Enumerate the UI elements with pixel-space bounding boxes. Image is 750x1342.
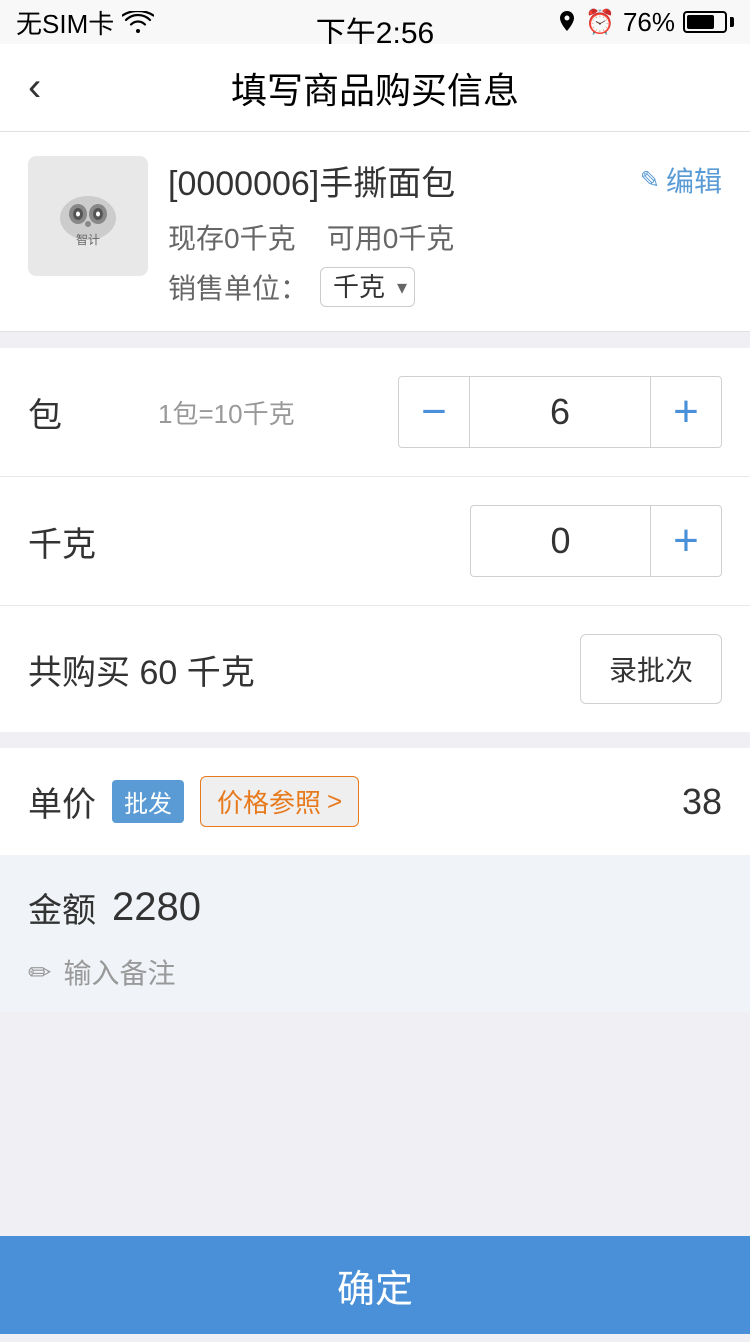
- bag-minus-button[interactable]: −: [398, 376, 470, 448]
- divider-2: [0, 732, 750, 748]
- unit-label: 销售单位：: [168, 267, 308, 307]
- product-thumbnail: 智计: [28, 156, 148, 276]
- back-button[interactable]: ‹: [28, 65, 41, 110]
- unit-select-wrap[interactable]: 千克 包 ▾: [320, 267, 415, 307]
- product-stock: 现存0千克 可用0千克: [168, 217, 722, 257]
- price-ref-label: 价格参照: [217, 783, 321, 820]
- confirm-button[interactable]: 确定: [0, 1236, 750, 1334]
- total-text: 共购买 60 千克: [28, 645, 580, 694]
- product-section: 智计 [0000006]手撕面包 现存0千克 可用0千克 销售单位： 千克 包 …: [0, 132, 750, 332]
- bag-plus-button[interactable]: +: [650, 376, 722, 448]
- amount-value: 2280: [112, 885, 201, 930]
- input-section: 包 1包=10千克 − + 千克 +: [0, 348, 750, 606]
- stock-text: 现存0千克: [168, 223, 296, 254]
- remark-row[interactable]: ✏ 输入备注: [28, 952, 722, 992]
- price-value: 38: [682, 781, 722, 823]
- price-ref-button[interactable]: 价格参照 >: [200, 776, 359, 827]
- battery-icon: [683, 11, 734, 33]
- batch-tag: 批发: [112, 780, 184, 823]
- battery-text: 76%: [623, 7, 675, 38]
- amount-label: 金额: [28, 883, 96, 932]
- amount-section: 金额 2280 ✏ 输入备注: [0, 855, 750, 1012]
- kg-value-input[interactable]: [470, 505, 650, 577]
- kg-input-row: 千克 +: [0, 477, 750, 606]
- status-bar: 无SIM卡 下午2:56 ⏰ 76%: [0, 0, 750, 44]
- total-row: 共购买 60 千克 录批次: [0, 606, 750, 732]
- record-batch-button[interactable]: 录批次: [580, 634, 722, 704]
- carrier-text: 无SIM卡: [16, 4, 114, 41]
- edit-label: 编辑: [666, 160, 722, 200]
- bag-label: 包: [28, 388, 148, 437]
- bag-stepper: − +: [398, 376, 722, 448]
- svg-text:智计: 智计: [76, 232, 100, 246]
- status-right: ⏰ 76%: [557, 7, 734, 38]
- location-icon: [557, 11, 577, 33]
- kg-plus-button[interactable]: +: [650, 505, 722, 577]
- kg-label: 千克: [28, 517, 148, 566]
- alarm-icon: ⏰: [585, 8, 615, 37]
- divider-1: [0, 332, 750, 348]
- wifi-icon: [122, 11, 154, 33]
- nav-bar: ‹ 填写商品购买信息: [0, 44, 750, 132]
- edit-icon: ✎: [640, 166, 660, 195]
- price-label: 单价: [28, 777, 96, 826]
- kg-stepper: +: [470, 505, 722, 577]
- product-unit-row: 销售单位： 千克 包 ▾: [168, 267, 722, 307]
- bag-input-row: 包 1包=10千克 − +: [0, 348, 750, 477]
- unit-select[interactable]: 千克 包: [320, 267, 415, 307]
- available-text: 可用0千克: [327, 223, 455, 254]
- price-section: 单价 批发 价格参照 > 38: [0, 748, 750, 855]
- status-left: 无SIM卡: [16, 4, 154, 41]
- bag-sub-label: 1包=10千克: [158, 394, 295, 431]
- price-ref-arrow-icon: >: [327, 786, 342, 817]
- edit-button[interactable]: ✎ 编辑: [640, 160, 722, 200]
- bag-value-input[interactable]: [470, 376, 650, 448]
- product-owl-logo: 智计: [48, 186, 128, 246]
- page-title: 填写商品购买信息: [231, 62, 519, 114]
- remark-input[interactable]: 输入备注: [63, 952, 175, 992]
- remark-pencil-icon: ✏: [28, 956, 51, 989]
- amount-row: 金额 2280: [28, 883, 722, 932]
